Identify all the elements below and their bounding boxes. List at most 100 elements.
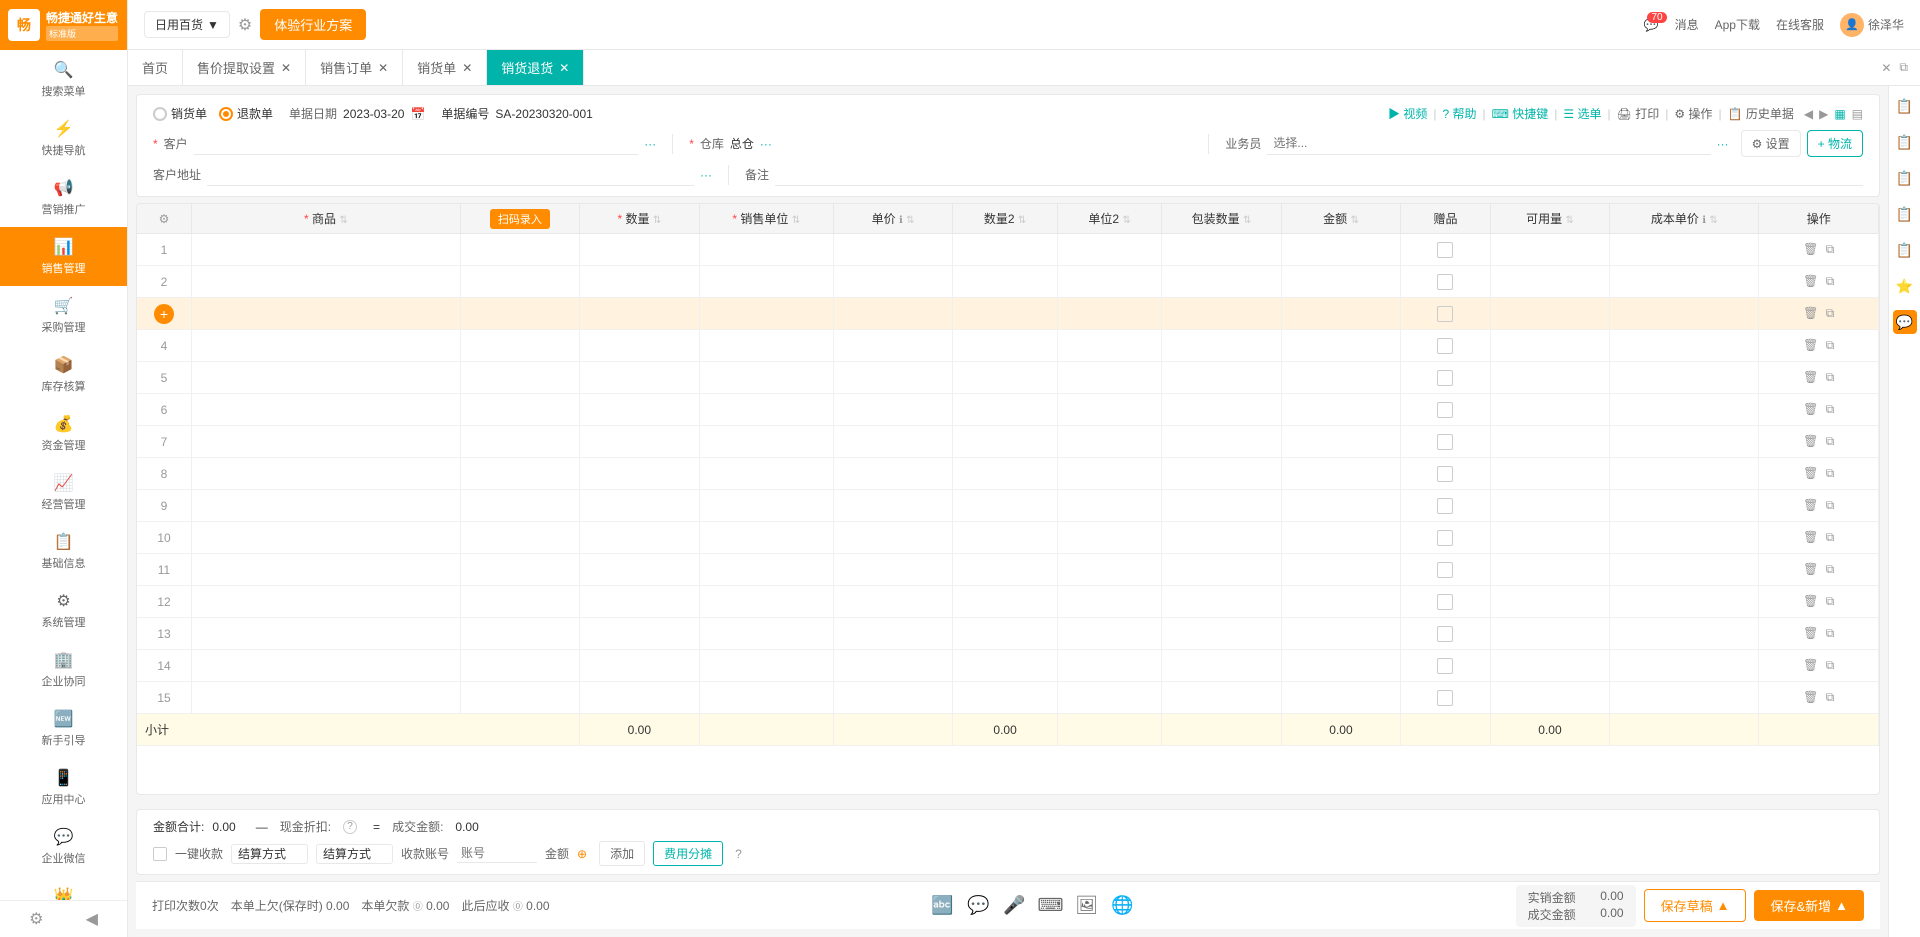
amount-cell-5[interactable] bbox=[1281, 362, 1400, 394]
delete-icon-6[interactable]: 🗑 bbox=[1803, 402, 1818, 416]
sidebar-item-search[interactable]: 🔍 搜索菜单 bbox=[0, 50, 127, 109]
gift-checkbox-12[interactable] bbox=[1437, 594, 1453, 610]
amount-cell-7[interactable] bbox=[1281, 426, 1400, 458]
close-icon[interactable]: ✕ bbox=[462, 61, 472, 75]
delete-icon-12[interactable]: 🗑 bbox=[1803, 594, 1818, 608]
gift-checkbox-11[interactable] bbox=[1437, 562, 1453, 578]
copy-icon-10[interactable]: ⧉ bbox=[1826, 530, 1835, 544]
pkg-cell-8[interactable] bbox=[1162, 458, 1281, 490]
gift-cell-14[interactable] bbox=[1401, 650, 1491, 682]
qty2-cell-13[interactable] bbox=[953, 618, 1058, 650]
tab-sales-return[interactable]: 销货退货 ✕ bbox=[487, 50, 584, 86]
delete-icon-15[interactable]: 🗑 bbox=[1803, 690, 1818, 704]
qty-cell-5[interactable] bbox=[580, 362, 699, 394]
unit-cell-10[interactable] bbox=[699, 522, 833, 554]
unit-cell-6[interactable] bbox=[699, 394, 833, 426]
unit2-cell-5[interactable] bbox=[1057, 362, 1162, 394]
gift-cell-1[interactable] bbox=[1401, 234, 1491, 266]
video-link[interactable]: ▶ 视频 bbox=[1388, 105, 1427, 122]
tab-sales-order[interactable]: 销售订单 ✕ bbox=[306, 50, 403, 86]
unit2-cell-1[interactable] bbox=[1057, 234, 1162, 266]
cost-cell-3[interactable] bbox=[1610, 298, 1759, 330]
unit2-cell-9[interactable] bbox=[1057, 490, 1162, 522]
avail-cell-2[interactable] bbox=[1490, 266, 1609, 298]
online-service-link[interactable]: 在线客服 bbox=[1776, 16, 1824, 33]
unit2-cell-2[interactable] bbox=[1057, 266, 1162, 298]
th-gear[interactable]: ⚙ bbox=[137, 204, 191, 234]
sidebar-item-guide[interactable]: 🆕 新手引导 bbox=[0, 699, 127, 758]
cost-cell-5[interactable] bbox=[1610, 362, 1759, 394]
gift-checkbox-15[interactable] bbox=[1437, 690, 1453, 706]
gift-cell-8[interactable] bbox=[1401, 458, 1491, 490]
pkg-cell-5[interactable] bbox=[1162, 362, 1281, 394]
delete-icon-8[interactable]: 🗑 bbox=[1803, 466, 1818, 480]
product-cell-2[interactable] bbox=[191, 266, 460, 298]
qty2-cell-10[interactable] bbox=[953, 522, 1058, 554]
unit-cell-1[interactable] bbox=[699, 234, 833, 266]
avail-cell-7[interactable] bbox=[1490, 426, 1609, 458]
price-cell-5[interactable] bbox=[833, 362, 952, 394]
ops-link[interactable]: ⚙ 操作 bbox=[1674, 105, 1712, 122]
close-icon[interactable]: ✕ bbox=[281, 61, 291, 75]
tab-home[interactable]: 首页 bbox=[128, 50, 183, 86]
gift-cell-15[interactable] bbox=[1401, 682, 1491, 714]
copy-icon-11[interactable]: ⧉ bbox=[1826, 562, 1835, 576]
toolbar-icon-4[interactable]: ⌨ bbox=[1037, 892, 1065, 920]
header-gear-icon[interactable]: ⚙ bbox=[238, 15, 252, 35]
unit2-cell-8[interactable] bbox=[1057, 458, 1162, 490]
view-toggle-1[interactable]: ▦ bbox=[1834, 107, 1845, 121]
fee-split-btn[interactable]: 费用分摊 bbox=[653, 841, 723, 866]
avail-cell-12[interactable] bbox=[1490, 586, 1609, 618]
calendar-icon[interactable]: 📅 bbox=[410, 107, 425, 121]
qty2-cell-6[interactable] bbox=[953, 394, 1058, 426]
price-cell-8[interactable] bbox=[833, 458, 952, 490]
copy-icon-3[interactable]: ⧉ bbox=[1826, 306, 1835, 320]
address-input[interactable] bbox=[207, 163, 694, 186]
gift-checkbox-7[interactable] bbox=[1437, 434, 1453, 450]
avail-cell-9[interactable] bbox=[1490, 490, 1609, 522]
product-cell-12[interactable] bbox=[191, 586, 460, 618]
gift-cell-12[interactable] bbox=[1401, 586, 1491, 618]
unit-cell-4[interactable] bbox=[699, 330, 833, 362]
amount-cell-15[interactable] bbox=[1281, 682, 1400, 714]
qty-cell-9[interactable] bbox=[580, 490, 699, 522]
price-cell-3[interactable] bbox=[833, 298, 952, 330]
shortcut-link[interactable]: ⌨ 快捷键 bbox=[1492, 105, 1549, 122]
pkg-cell-13[interactable] bbox=[1162, 618, 1281, 650]
sort-icon-unit[interactable]: ⇅ bbox=[792, 215, 800, 226]
warehouse-dots[interactable]: ··· bbox=[760, 137, 772, 151]
pkg-cell-14[interactable] bbox=[1162, 650, 1281, 682]
next-record-icon[interactable]: ▶ bbox=[1819, 107, 1828, 121]
copy-icon-14[interactable]: ⧉ bbox=[1826, 658, 1835, 672]
avail-cell-11[interactable] bbox=[1490, 554, 1609, 586]
sidebar-item-inventory[interactable]: 📦 库存核算 bbox=[0, 345, 127, 404]
toolbar-icon-6[interactable]: 🌐 bbox=[1109, 892, 1137, 920]
sidebar-item-wechat[interactable]: 💬 企业微信 bbox=[0, 817, 127, 876]
avail-cell-1[interactable] bbox=[1490, 234, 1609, 266]
delete-icon-10[interactable]: 🗑 bbox=[1803, 530, 1818, 544]
qty2-cell-8[interactable] bbox=[953, 458, 1058, 490]
gift-checkbox-6[interactable] bbox=[1437, 402, 1453, 418]
sort-icon-product[interactable]: ⇅ bbox=[339, 215, 347, 226]
gift-cell-11[interactable] bbox=[1401, 554, 1491, 586]
copy-icon-12[interactable]: ⧉ bbox=[1826, 594, 1835, 608]
sort-icon-qty2[interactable]: ⇅ bbox=[1018, 215, 1026, 226]
gift-checkbox-8[interactable] bbox=[1437, 466, 1453, 482]
price-cell-10[interactable] bbox=[833, 522, 952, 554]
product-input-3[interactable] bbox=[200, 306, 452, 321]
avail-cell-15[interactable] bbox=[1490, 682, 1609, 714]
pkg-cell-10[interactable] bbox=[1162, 522, 1281, 554]
product-cell-1[interactable] bbox=[191, 234, 460, 266]
pkg-cell-11[interactable] bbox=[1162, 554, 1281, 586]
one-click-pay-checkbox[interactable] bbox=[153, 847, 167, 861]
amount-cell-6[interactable] bbox=[1281, 394, 1400, 426]
trial-btn[interactable]: 体验行业方案 bbox=[260, 9, 366, 40]
calc-method-select[interactable]: 结算方式 bbox=[316, 844, 393, 864]
scan-btn[interactable]: 扫码录入 bbox=[490, 209, 550, 229]
gift-cell-10[interactable] bbox=[1401, 522, 1491, 554]
product-cell-14[interactable] bbox=[191, 650, 460, 682]
close-icon[interactable]: ✕ bbox=[559, 61, 569, 75]
tab-sales[interactable]: 销货单 ✕ bbox=[403, 50, 487, 86]
copy-icon-2[interactable]: ⧉ bbox=[1826, 274, 1835, 288]
toolbar-icon-2[interactable]: 💬 bbox=[965, 892, 993, 920]
